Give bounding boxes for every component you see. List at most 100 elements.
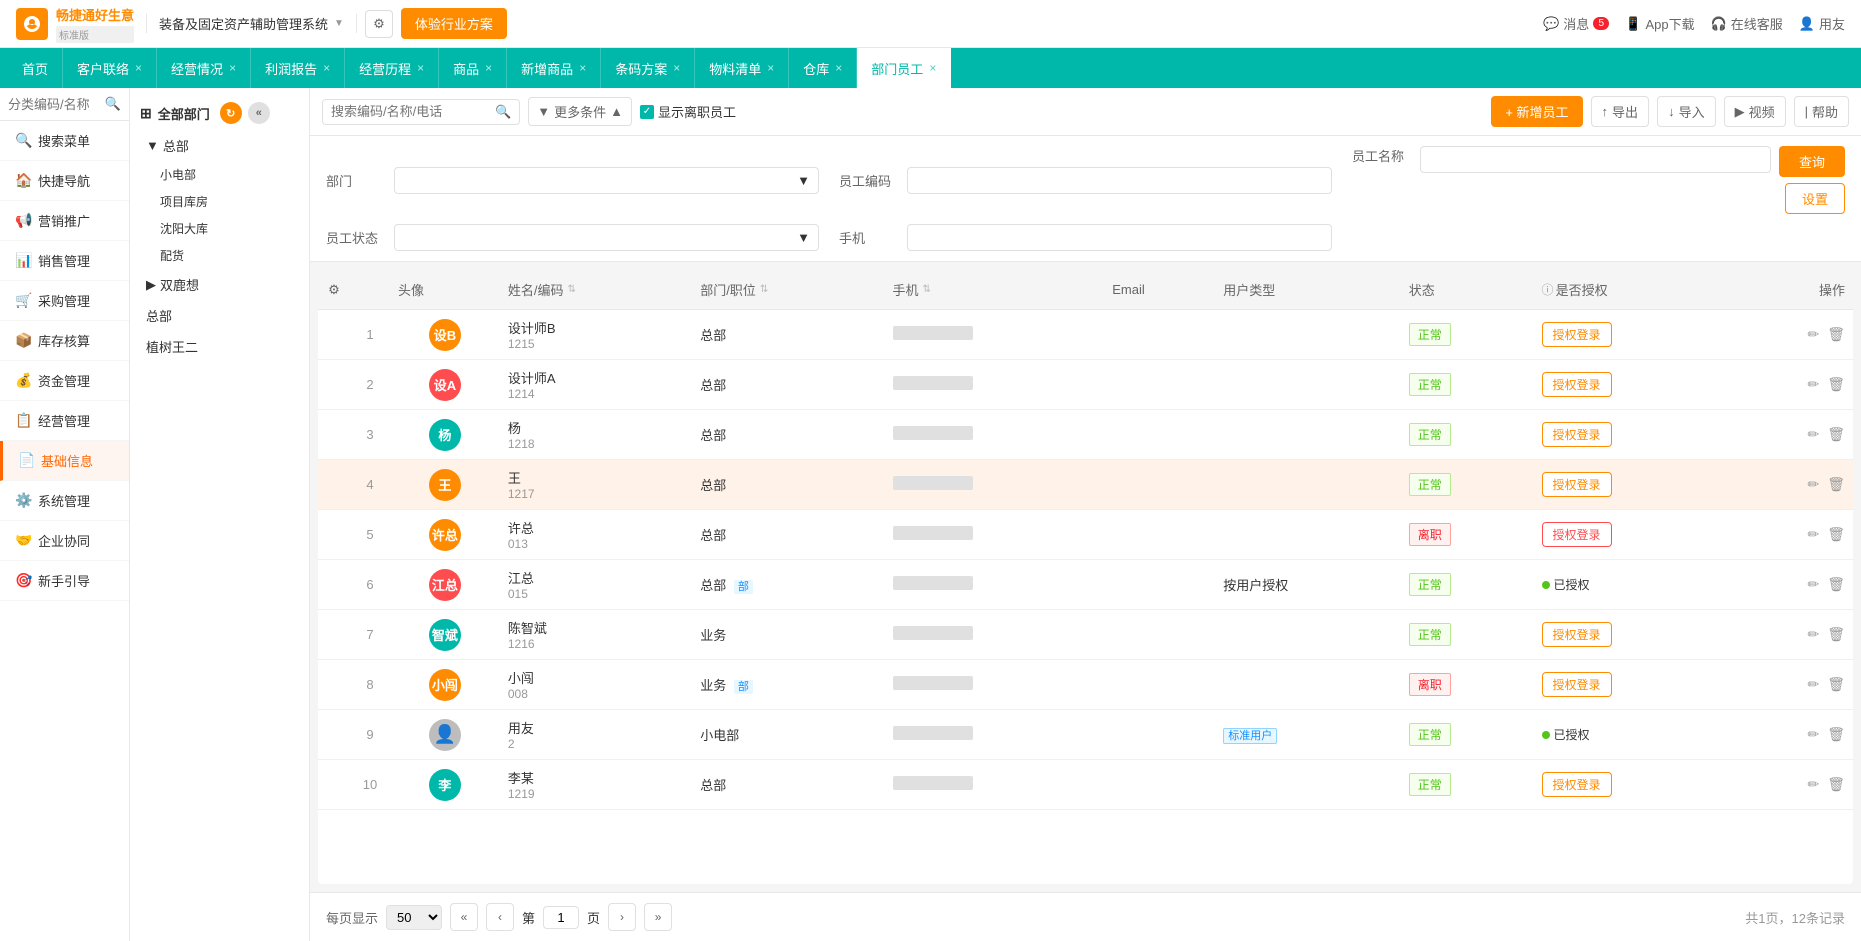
auth-button[interactable]: 授权登录 bbox=[1542, 472, 1612, 497]
sidebar-item-guide[interactable]: 🎯 新手引导 bbox=[0, 561, 129, 601]
dept-item-zongbu[interactable]: 总部 bbox=[130, 300, 309, 331]
gear-button[interactable]: ⚙ bbox=[365, 10, 393, 38]
sidebar-item-inventory[interactable]: 📦 库存核算 bbox=[0, 321, 129, 361]
close-icon[interactable]: × bbox=[579, 61, 586, 75]
next-page-button[interactable]: › bbox=[608, 903, 636, 931]
delete-icon[interactable]: 🗑 bbox=[1827, 676, 1845, 693]
emp-code-input[interactable] bbox=[907, 167, 1332, 194]
auth-button[interactable]: 授权登录 bbox=[1542, 772, 1612, 797]
auth-button[interactable]: 授权登录 bbox=[1542, 322, 1612, 347]
nav-tab-history[interactable]: 经营历程 × bbox=[345, 48, 439, 88]
th-name[interactable]: 姓名/编码 ⇅ bbox=[500, 270, 692, 310]
sidebar-search-input[interactable] bbox=[8, 97, 101, 112]
sidebar-item-operations[interactable]: 📋 经营管理 bbox=[0, 401, 129, 441]
edit-icon[interactable]: ✏ bbox=[1807, 476, 1819, 493]
dept-item-project[interactable]: 项目库房 bbox=[150, 188, 309, 215]
dept-item-root[interactable]: ▼ 总部 bbox=[130, 130, 309, 161]
nav-tab-business[interactable]: 经营情况 × bbox=[157, 48, 251, 88]
auth-button[interactable]: 授权登录 bbox=[1542, 672, 1612, 697]
sort-icon[interactable]: ⇅ bbox=[568, 284, 576, 295]
dept-item-shuanglu[interactable]: ▶ 双鹿想 bbox=[130, 269, 309, 300]
trial-button[interactable]: 体验行业方案 bbox=[401, 8, 507, 39]
sidebar-item-search[interactable]: 🔍 搜索菜单 bbox=[0, 121, 129, 161]
close-icon[interactable]: × bbox=[135, 61, 142, 75]
edit-icon[interactable]: ✏ bbox=[1807, 376, 1819, 393]
close-icon[interactable]: × bbox=[229, 61, 236, 75]
help-button[interactable]: | 帮助 bbox=[1794, 96, 1849, 127]
close-icon[interactable]: × bbox=[767, 61, 774, 75]
nav-tab-customer[interactable]: 客户联络 × bbox=[63, 48, 157, 88]
sort-icon[interactable]: ⇅ bbox=[923, 284, 931, 295]
delete-icon[interactable]: 🗑 bbox=[1827, 526, 1845, 543]
close-icon[interactable]: × bbox=[929, 61, 936, 75]
search-box[interactable]: 🔍 bbox=[322, 99, 520, 125]
phone-input[interactable] bbox=[907, 224, 1332, 251]
online-service-action[interactable]: 🎧 在线客服 bbox=[1711, 14, 1783, 33]
nav-tab-new-goods[interactable]: 新增商品 × bbox=[507, 48, 601, 88]
delete-icon[interactable]: 🗑 bbox=[1827, 476, 1845, 493]
sidebar-item-system[interactable]: ⚙️ 系统管理 bbox=[0, 481, 129, 521]
emp-name-input[interactable] bbox=[1420, 146, 1771, 173]
user-action[interactable]: 👤 用友 bbox=[1799, 14, 1845, 33]
edit-icon[interactable]: ✏ bbox=[1807, 726, 1819, 743]
nav-tab-bom[interactable]: 物料清单 × bbox=[695, 48, 789, 88]
th-dept[interactable]: 部门/职位 ⇅ bbox=[692, 270, 884, 310]
nav-tab-employees[interactable]: 部门员工 × bbox=[857, 48, 951, 88]
edit-icon[interactable]: ✏ bbox=[1807, 576, 1819, 593]
dept-item-zhishu[interactable]: 植树王二 bbox=[130, 331, 309, 362]
status-select[interactable]: ▼ bbox=[394, 224, 819, 251]
export-button[interactable]: ↑ 导出 bbox=[1591, 96, 1650, 127]
nav-tab-profit[interactable]: 利润报告 × bbox=[251, 48, 345, 88]
system-title[interactable]: 装备及固定资产辅助管理系统 ▼ bbox=[146, 14, 357, 33]
close-icon[interactable]: × bbox=[417, 61, 424, 75]
edit-icon[interactable]: ✏ bbox=[1807, 776, 1819, 793]
app-download-action[interactable]: 📱 App下载 bbox=[1625, 14, 1694, 33]
auth-button[interactable]: 授权登录 bbox=[1542, 422, 1612, 447]
edit-icon[interactable]: ✏ bbox=[1807, 626, 1819, 643]
nav-tab-warehouse[interactable]: 仓库 × bbox=[789, 48, 857, 88]
close-icon[interactable]: × bbox=[485, 61, 492, 75]
last-page-button[interactable]: » bbox=[644, 903, 672, 931]
dept-select[interactable]: ▼ bbox=[394, 167, 819, 194]
delete-icon[interactable]: 🗑 bbox=[1827, 726, 1845, 743]
dept-item-peihuo[interactable]: 配货 bbox=[150, 242, 309, 269]
dept-item-xiaodian[interactable]: 小电部 bbox=[150, 161, 309, 188]
show-resigned-toggle[interactable]: ✓ 显示离职员工 bbox=[640, 102, 736, 121]
prev-page-button[interactable]: ‹ bbox=[486, 903, 514, 931]
sidebar-item-basic-info[interactable]: 📄 基础信息 bbox=[0, 441, 129, 481]
th-settings[interactable]: ⚙ bbox=[318, 270, 350, 310]
delete-icon[interactable]: 🗑 bbox=[1827, 776, 1845, 793]
sidebar-item-purchase[interactable]: 🛒 采购管理 bbox=[0, 281, 129, 321]
query-button[interactable]: 查询 bbox=[1779, 146, 1845, 177]
sidebar-item-sales[interactable]: 📊 销售管理 bbox=[0, 241, 129, 281]
nav-tab-goods[interactable]: 商品 × bbox=[439, 48, 507, 88]
sidebar-item-nav[interactable]: 🏠 快捷导航 bbox=[0, 161, 129, 201]
set-button[interactable]: 设置 bbox=[1785, 183, 1845, 214]
auth-button[interactable]: 授权登录 bbox=[1542, 622, 1612, 647]
delete-icon[interactable]: 🗑 bbox=[1827, 326, 1845, 343]
close-icon[interactable]: × bbox=[835, 61, 842, 75]
edit-icon[interactable]: ✏ bbox=[1807, 526, 1819, 543]
delete-icon[interactable]: 🗑 bbox=[1827, 426, 1845, 443]
sidebar-item-collab[interactable]: 🤝 企业协同 bbox=[0, 521, 129, 561]
sidebar-search-box[interactable]: 🔍 bbox=[0, 88, 129, 121]
dept-refresh-button[interactable]: ↻ bbox=[220, 102, 242, 124]
close-icon[interactable]: × bbox=[323, 61, 330, 75]
nav-tab-home[interactable]: 首页 bbox=[8, 48, 63, 88]
auth-button[interactable]: 授权登录 bbox=[1542, 372, 1612, 397]
sidebar-item-finance[interactable]: 💰 资金管理 bbox=[0, 361, 129, 401]
page-number-input[interactable] bbox=[543, 906, 579, 929]
first-page-button[interactable]: « bbox=[450, 903, 478, 931]
add-employee-button[interactable]: + 新增员工 bbox=[1491, 96, 1582, 127]
video-button[interactable]: ▶ 视频 bbox=[1724, 96, 1786, 127]
edit-icon[interactable]: ✏ bbox=[1807, 426, 1819, 443]
th-phone[interactable]: 手机 ⇅ bbox=[885, 270, 1105, 310]
per-page-select[interactable]: 50 100 200 bbox=[386, 905, 442, 930]
close-icon[interactable]: × bbox=[673, 61, 680, 75]
edit-icon[interactable]: ✏ bbox=[1807, 676, 1819, 693]
edit-icon[interactable]: ✏ bbox=[1807, 326, 1819, 343]
delete-icon[interactable]: 🗑 bbox=[1827, 576, 1845, 593]
delete-icon[interactable]: 🗑 bbox=[1827, 376, 1845, 393]
nav-tab-barcode[interactable]: 条码方案 × bbox=[601, 48, 695, 88]
message-action[interactable]: 💬 消息 5 bbox=[1543, 14, 1609, 33]
